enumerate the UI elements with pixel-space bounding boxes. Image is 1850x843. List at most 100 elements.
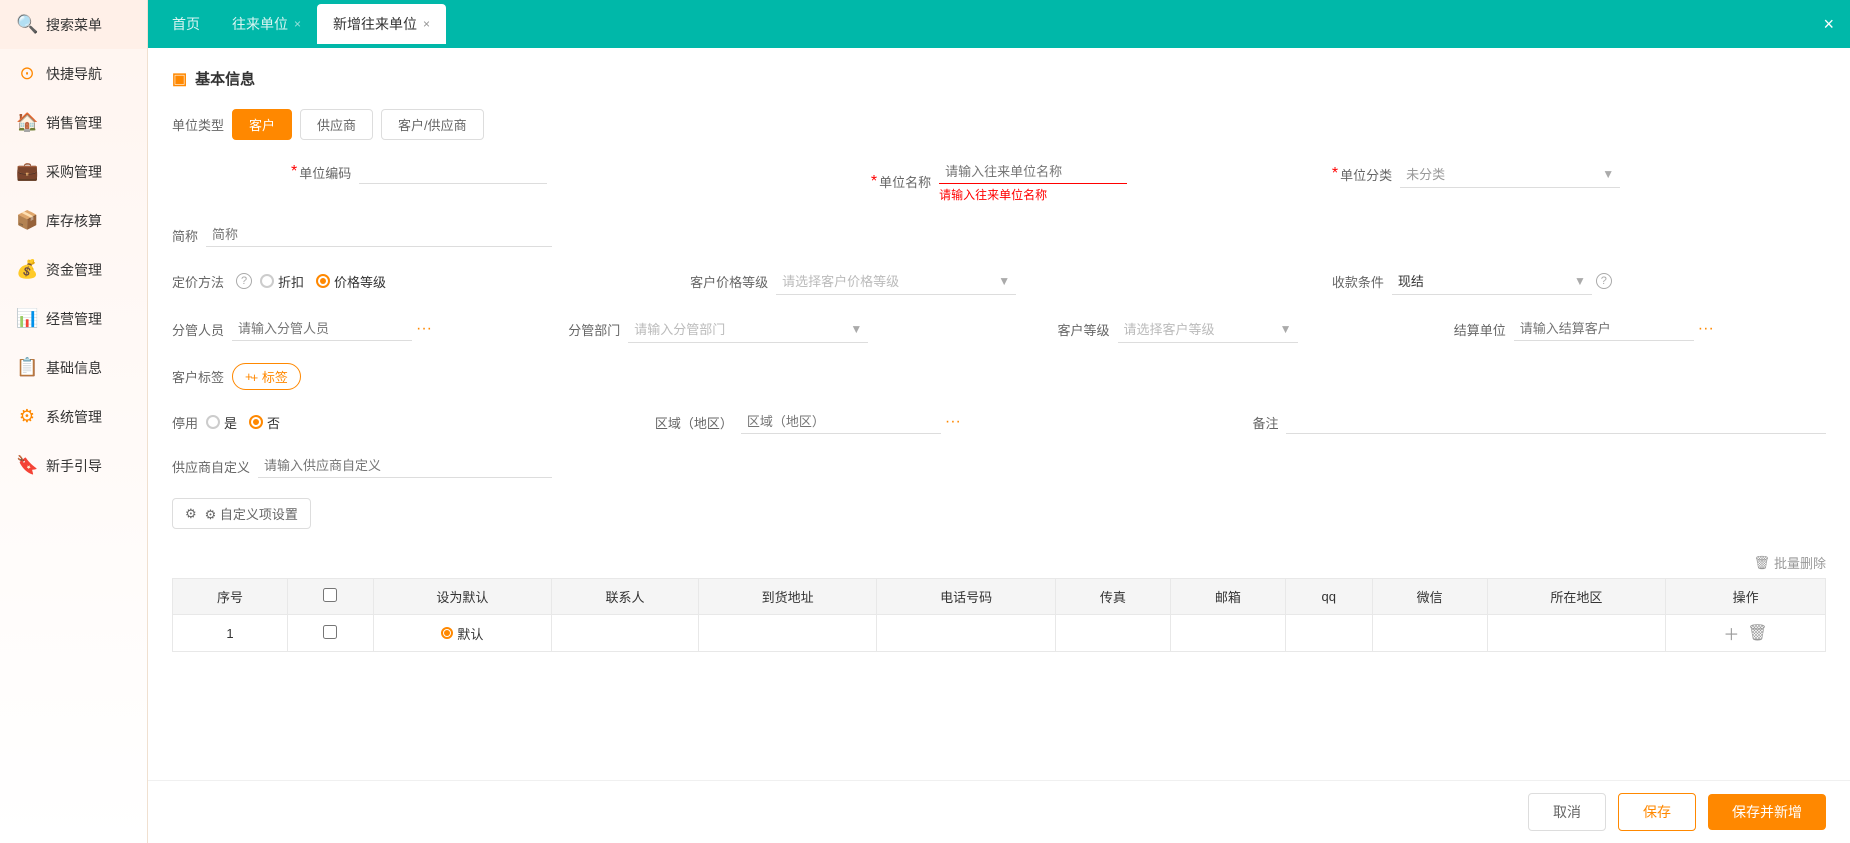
close-new-partner-tab[interactable]: × [423,17,430,31]
sidebar-item-purchase[interactable]: 💼 采购管理 [0,147,147,196]
short-name-input[interactable] [206,223,552,247]
batch-delete-button[interactable]: 🗑 批量删除 [1753,553,1826,572]
radio-discount[interactable]: 折扣 [260,272,304,291]
sidebar-item-quick-nav[interactable]: ⊙ 快捷导航 [0,49,147,98]
row-action-group: ＋ 🗑 [1676,621,1815,645]
radio-yes-circle [206,415,220,429]
sidebar-item-finance[interactable]: 💰 资金管理 [0,245,147,294]
customer-tag-label: 客户标签 [172,367,224,386]
save-and-new-button[interactable]: 保存并新增 [1708,794,1826,830]
short-name-label: 简称 [172,226,198,245]
sidebar-item-guide[interactable]: 🔖 新手引导 [0,441,147,490]
manager-input[interactable] [232,317,412,341]
radio-no-circle [249,415,263,429]
trash-icon: 🗑 [1753,555,1770,571]
sidebar-item-system[interactable]: ⚙ 系统管理 [0,392,147,441]
sidebar-item-inventory[interactable]: 📦 库存核算 [0,196,147,245]
department-select[interactable]: 请输入分管部门 ▼ [628,315,868,343]
region-field: 区域（地区） ··· [655,410,1229,434]
tabs-bar: 首页 往来单位 × 新增往来单位 × × [148,0,1850,48]
inventory-icon: 📦 [16,210,38,231]
table-row: 1 默认 [173,615,1826,652]
select-all-checkbox[interactable] [323,588,337,602]
section-icon: ▣ [172,69,187,89]
unit-name-input[interactable] [939,160,1127,184]
payment-terms-help-icon[interactable]: ? [1596,273,1612,289]
unit-code-input[interactable]: 000009 [359,160,547,184]
unit-code-field: * 单位编码 000009 [172,160,666,184]
unit-code-label: 单位编码 [299,163,351,182]
pricing-help-icon[interactable]: ? [236,273,252,289]
tabs-bar-close-btn[interactable]: × [1815,10,1842,39]
unit-name-label: 单位名称 [879,172,931,191]
radio-yes[interactable]: 是 [206,413,237,432]
customer-tag-field: 客户标签 + + 标签 [172,363,1826,390]
unit-category-select[interactable]: 未分类 ▼ [1400,160,1620,188]
remark-field: 备注 [1252,410,1826,434]
pricing-method-label: 定价方法 [172,272,224,291]
region-more-btn[interactable]: ··· [941,413,965,431]
col-wechat: 微信 [1372,579,1487,615]
type-btn-supplier[interactable]: 供应商 [300,109,373,140]
region-input[interactable] [741,410,941,434]
row-checkbox[interactable] [323,625,337,639]
unit-category-label: 单位分类 [1340,165,1392,184]
col-phone: 电话号码 [877,579,1056,615]
unit-type-field: 单位类型 客户 供应商 客户/供应商 [172,109,1826,140]
purchase-icon: 💼 [16,161,38,182]
unit-type-row: 单位类型 客户 供应商 客户/供应商 [172,109,1826,140]
customer-price-level-select[interactable]: 请选择客户价格等级 ▼ [776,267,1016,295]
settlement-unit-input[interactable] [1514,317,1694,341]
department-field: 分管部门 请输入分管部门 ▼ [568,315,1033,343]
cell-phone [877,615,1056,652]
cancel-button[interactable]: 取消 [1528,793,1606,831]
sidebar-item-search[interactable]: 🔍 搜索菜单 [0,0,147,49]
tab-partner[interactable]: 往来单位 × [216,4,317,44]
cell-wechat [1372,615,1487,652]
radio-price-level[interactable]: 价格等级 [316,272,386,291]
unit-category-required: * [1332,165,1338,183]
category-chevron-icon: ▼ [1602,167,1614,181]
customer-level-select[interactable]: 请选择客户等级 ▼ [1118,315,1298,343]
type-btn-both[interactable]: 客户/供应商 [381,109,484,140]
manager-more-btn[interactable]: ··· [412,320,436,338]
disabled-label: 停用 [172,413,198,432]
radio-no[interactable]: 否 [249,413,280,432]
unit-type-label: 单位类型 [172,115,224,134]
short-name-field: 简称 [172,223,552,247]
supplier-custom-row: 供应商自定义 [172,454,1826,478]
supplier-custom-label: 供应商自定义 [172,457,250,476]
payment-terms-field: 收款条件 现结 ▼ ? [1332,267,1826,295]
price-level-chevron-icon: ▼ [998,274,1010,288]
tab-new-partner[interactable]: 新增往来单位 × [317,4,446,44]
col-contact: 联系人 [552,579,699,615]
cell-actions: ＋ 🗑 [1666,615,1826,652]
row-default-radio[interactable] [441,627,453,639]
radio-price-level-circle [316,274,330,288]
settlement-unit-more-btn[interactable]: ··· [1694,320,1718,338]
disabled-radio-group: 是 否 [206,413,280,432]
add-row-button[interactable]: ＋ [1723,621,1739,645]
operations-icon: 📊 [16,308,38,329]
cell-default: 默认 [373,615,552,652]
sidebar-item-operations[interactable]: 📊 经营管理 [0,294,147,343]
unit-type-buttons: 客户 供应商 客户/供应商 [232,109,484,140]
close-partner-tab[interactable]: × [294,17,301,31]
payment-terms-select[interactable]: 现结 ▼ [1392,267,1592,295]
finance-icon: 💰 [16,259,38,280]
remark-label: 备注 [1252,413,1278,432]
col-checkbox-header [287,579,373,615]
save-button[interactable]: 保存 [1618,793,1696,831]
custom-settings-button[interactable]: ⚙ ⚙ 自定义项设置 [172,498,311,529]
supplier-custom-input[interactable] [258,454,552,478]
add-tag-button[interactable]: + + 标签 [232,363,301,390]
sidebar-item-basic[interactable]: 📋 基础信息 [0,343,147,392]
type-btn-customer[interactable]: 客户 [232,109,292,140]
department-chevron-icon: ▼ [850,322,862,336]
remark-input[interactable] [1286,410,1826,434]
sidebar-item-sales[interactable]: 🏠 销售管理 [0,98,147,147]
tab-home[interactable]: 首页 [156,4,216,44]
delete-row-button[interactable]: 🗑 [1747,623,1767,643]
section-title: ▣ 基本信息 [172,68,1826,89]
form-content: ▣ 基本信息 单位类型 客户 供应商 客户/供应商 * 单位编码 000009 [148,48,1850,780]
